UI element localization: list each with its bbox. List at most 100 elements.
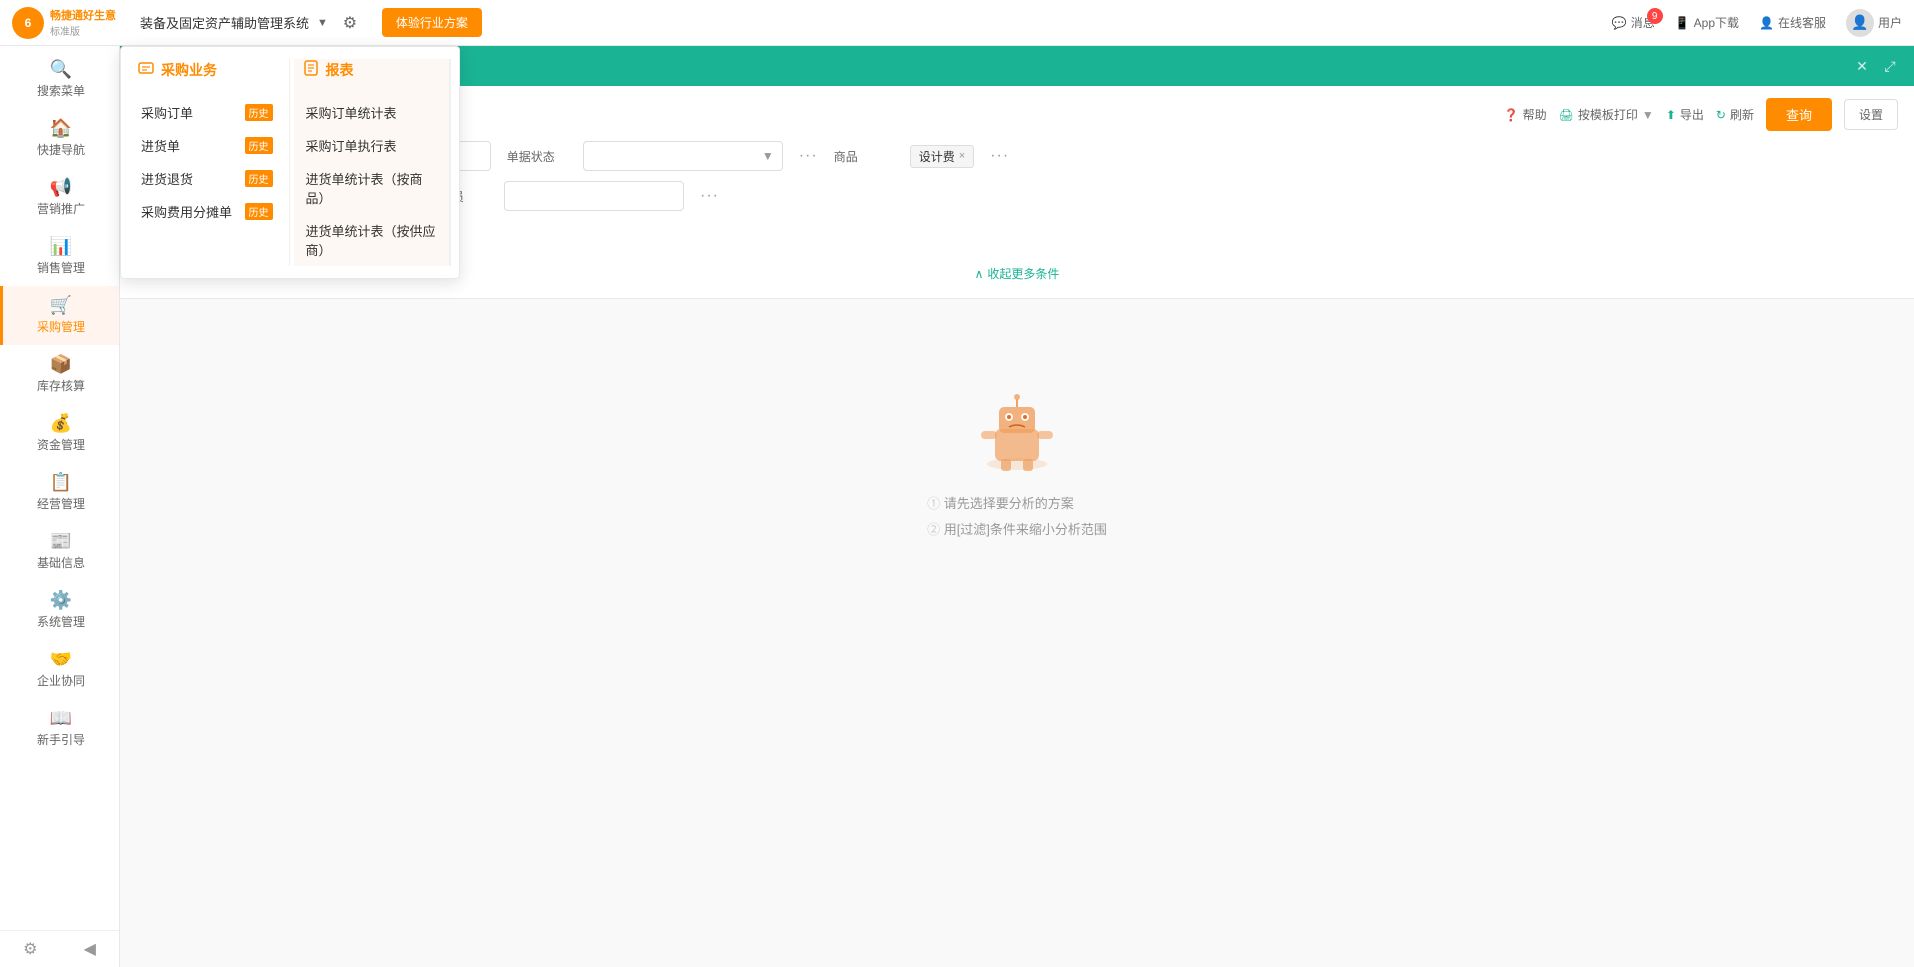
- menu-item-purchase-return[interactable]: 进货退货 历史: [137, 162, 277, 195]
- goods-tag-close[interactable]: ×: [959, 150, 965, 162]
- app-download-btn[interactable]: 📱 App下载: [1675, 14, 1739, 31]
- history-badge-0: 历史: [245, 104, 273, 121]
- col-divider: [289, 59, 290, 266]
- logo-icon: 6: [12, 7, 44, 39]
- top-header: 6 畅捷通好生意 标准版 装备及固定资产辅助管理系统 ▼ ⚙ 体验行业方案 💬 …: [0, 0, 1914, 46]
- export-btn[interactable]: ⬆ 导出: [1666, 106, 1704, 123]
- clipboard-icon: 📋: [50, 473, 72, 491]
- sidebar-item-cooperation[interactable]: 🤝 企业协同: [0, 640, 119, 699]
- tab-bar-right: ✕ ⤢: [1850, 54, 1914, 78]
- sidebar-item-operation[interactable]: 📋 经营管理: [0, 463, 119, 522]
- salesperson-select[interactable]: [504, 181, 684, 211]
- money-icon: 💰: [50, 414, 72, 432]
- refresh-icon: ↻: [1716, 108, 1726, 122]
- sidebar-item-marketing-label: 营销推广: [37, 200, 85, 217]
- sidebar-item-guide[interactable]: 📖 新手引导: [0, 699, 119, 758]
- sidebar-item-finance-label: 资金管理: [37, 436, 85, 453]
- system-title-area: 装备及固定资产辅助管理系统 ▼ ⚙ 体验行业方案: [132, 8, 1612, 37]
- box-icon: 📦: [50, 355, 72, 373]
- menu-item-receive-stat-goods[interactable]: 进货单统计表（按商品）: [302, 162, 442, 214]
- book-icon: 📖: [50, 709, 72, 727]
- goods-label: 商品: [834, 148, 894, 165]
- user-avatar: 👤: [1846, 9, 1874, 37]
- industry-btn[interactable]: 体验行业方案: [382, 8, 482, 37]
- svg-text:6: 6: [25, 16, 32, 30]
- sidebar-item-search-label: 搜索菜单: [37, 82, 85, 99]
- sidebar-item-purchase[interactable]: 🛒 采购管理: [0, 286, 119, 345]
- history-badge-1: 历史: [245, 137, 273, 154]
- report-col: 报表 采购订单统计表 采购订单执行表 进货单统计表（按商品） 进货单统计表（按供…: [294, 59, 452, 266]
- sidebar-item-system[interactable]: ⚙️ 系统管理: [0, 581, 119, 640]
- sidebar-item-basic-info-label: 基础信息: [37, 554, 85, 571]
- history-badge-2: 历史: [245, 170, 273, 187]
- sidebar-item-inventory-label: 库存核算: [37, 377, 85, 394]
- sidebar-item-basic-info[interactable]: 📰 基础信息: [0, 522, 119, 581]
- sidebar-item-finance[interactable]: 💰 资金管理: [0, 404, 119, 463]
- query-btn[interactable]: 查询: [1766, 98, 1832, 131]
- gear-icon: ⚙️: [50, 591, 72, 609]
- sidebar-item-cooperation-label: 企业协同: [37, 672, 85, 689]
- sidebar-item-system-label: 系统管理: [37, 613, 85, 630]
- goods-tag: 设计费 ×: [910, 145, 974, 168]
- purchase-col-header: 采购业务: [137, 59, 277, 86]
- sidebar-item-operation-label: 经营管理: [37, 495, 85, 512]
- help-btn[interactable]: ❓ 帮助: [1504, 106, 1547, 123]
- chevron-up-icon: ∧: [975, 267, 984, 281]
- sidebar-collapse-btn[interactable]: ◀: [84, 939, 96, 959]
- sidebar-settings-btn[interactable]: ⚙: [23, 939, 37, 959]
- history-badge-3: 历史: [245, 203, 273, 220]
- purchase-col: 采购业务 采购订单 历史 进货单 历史 进货退货 历史 采购费用分摊单 历史: [129, 59, 285, 266]
- tab-expand-btn[interactable]: ⤢: [1878, 54, 1902, 78]
- order-status-select[interactable]: ▼: [583, 141, 783, 171]
- newspaper-icon: 📰: [50, 532, 72, 550]
- menu-item-receive-stat-supplier[interactable]: 进货单统计表（按供应商）: [302, 214, 442, 266]
- purchase-dropdown-menu: 采购业务 采购订单 历史 进货单 历史 进货退货 历史 采购费用分摊单 历史: [120, 46, 460, 279]
- handshake-icon: 🤝: [50, 650, 72, 668]
- system-dropdown-btn[interactable]: ▼: [317, 17, 328, 29]
- home-icon: 🏠: [50, 119, 72, 137]
- chart-icon: 📊: [50, 237, 72, 255]
- sidebar-bottom: ⚙ ◀: [0, 930, 119, 967]
- empty-illustration: [967, 379, 1067, 479]
- menu-item-purchase-expense[interactable]: 采购费用分摊单 历史: [137, 195, 277, 228]
- print-btn[interactable]: 🖨 按模板打印 ▼: [1559, 106, 1654, 123]
- cart-icon: 🛒: [50, 296, 72, 314]
- messages-btn[interactable]: 💬 消息 9: [1612, 14, 1655, 31]
- message-icon: 💬: [1612, 16, 1627, 30]
- export-icon: ⬆: [1666, 108, 1676, 122]
- salesperson-more[interactable]: ···: [700, 187, 719, 205]
- sidebar-item-purchase-label: 采购管理: [37, 318, 85, 335]
- menu-item-purchase-order-exec[interactable]: 采购订单执行表: [302, 129, 442, 162]
- sidebar: 🔍 搜索菜单 🏠 快捷导航 📢 营销推广 📊 销售管理 🛒 采购管理 📦 库存核…: [0, 46, 120, 967]
- online-service-btn[interactable]: 👤 在线客服: [1759, 14, 1826, 31]
- help-icon: ❓: [1504, 108, 1519, 122]
- menu-item-purchase-order[interactable]: 采购订单 历史: [137, 96, 277, 129]
- purchase-col-icon: [137, 59, 155, 80]
- system-settings-btn[interactable]: ⚙: [336, 9, 364, 37]
- empty-state: 请先选择要分析的方案 用[过滤]条件来缩小分析范围: [120, 299, 1914, 623]
- logo-text: 畅捷通好生意 标准版: [50, 7, 116, 38]
- goods-more[interactable]: ···: [990, 147, 1009, 165]
- refresh-btn[interactable]: ↻ 刷新: [1716, 106, 1754, 123]
- message-badge: 9: [1647, 8, 1663, 24]
- sidebar-item-inventory[interactable]: 📦 库存核算: [0, 345, 119, 404]
- sidebar-item-guide-label: 新手引导: [37, 731, 85, 748]
- report-col-icon: [302, 59, 320, 80]
- dropdown-columns: 采购业务 采购订单 历史 进货单 历史 进货退货 历史 采购费用分摊单 历史: [121, 59, 459, 266]
- service-icon: 👤: [1759, 16, 1774, 30]
- sidebar-item-quick-nav[interactable]: 🏠 快捷导航: [0, 109, 119, 168]
- menu-item-purchase-receive[interactable]: 进货单 历史: [137, 129, 277, 162]
- sidebar-item-sales[interactable]: 📊 销售管理: [0, 227, 119, 286]
- sidebar-item-marketing[interactable]: 📢 营销推广: [0, 168, 119, 227]
- tab-close-all-btn[interactable]: ✕: [1850, 54, 1874, 78]
- order-status-label: 单据状态: [507, 148, 567, 165]
- order-status-more[interactable]: ···: [799, 147, 818, 165]
- sidebar-item-sales-label: 销售管理: [37, 259, 85, 276]
- megaphone-icon: 📢: [50, 178, 72, 196]
- user-area[interactable]: 👤 用户: [1846, 9, 1902, 37]
- filter-settings-btn[interactable]: 设置: [1844, 99, 1898, 130]
- print-icon: 🖨: [1559, 108, 1574, 122]
- sidebar-item-search[interactable]: 🔍 搜索菜单: [0, 50, 119, 109]
- menu-item-purchase-order-stat[interactable]: 采购订单统计表: [302, 96, 442, 129]
- search-icon: 🔍: [50, 60, 72, 78]
